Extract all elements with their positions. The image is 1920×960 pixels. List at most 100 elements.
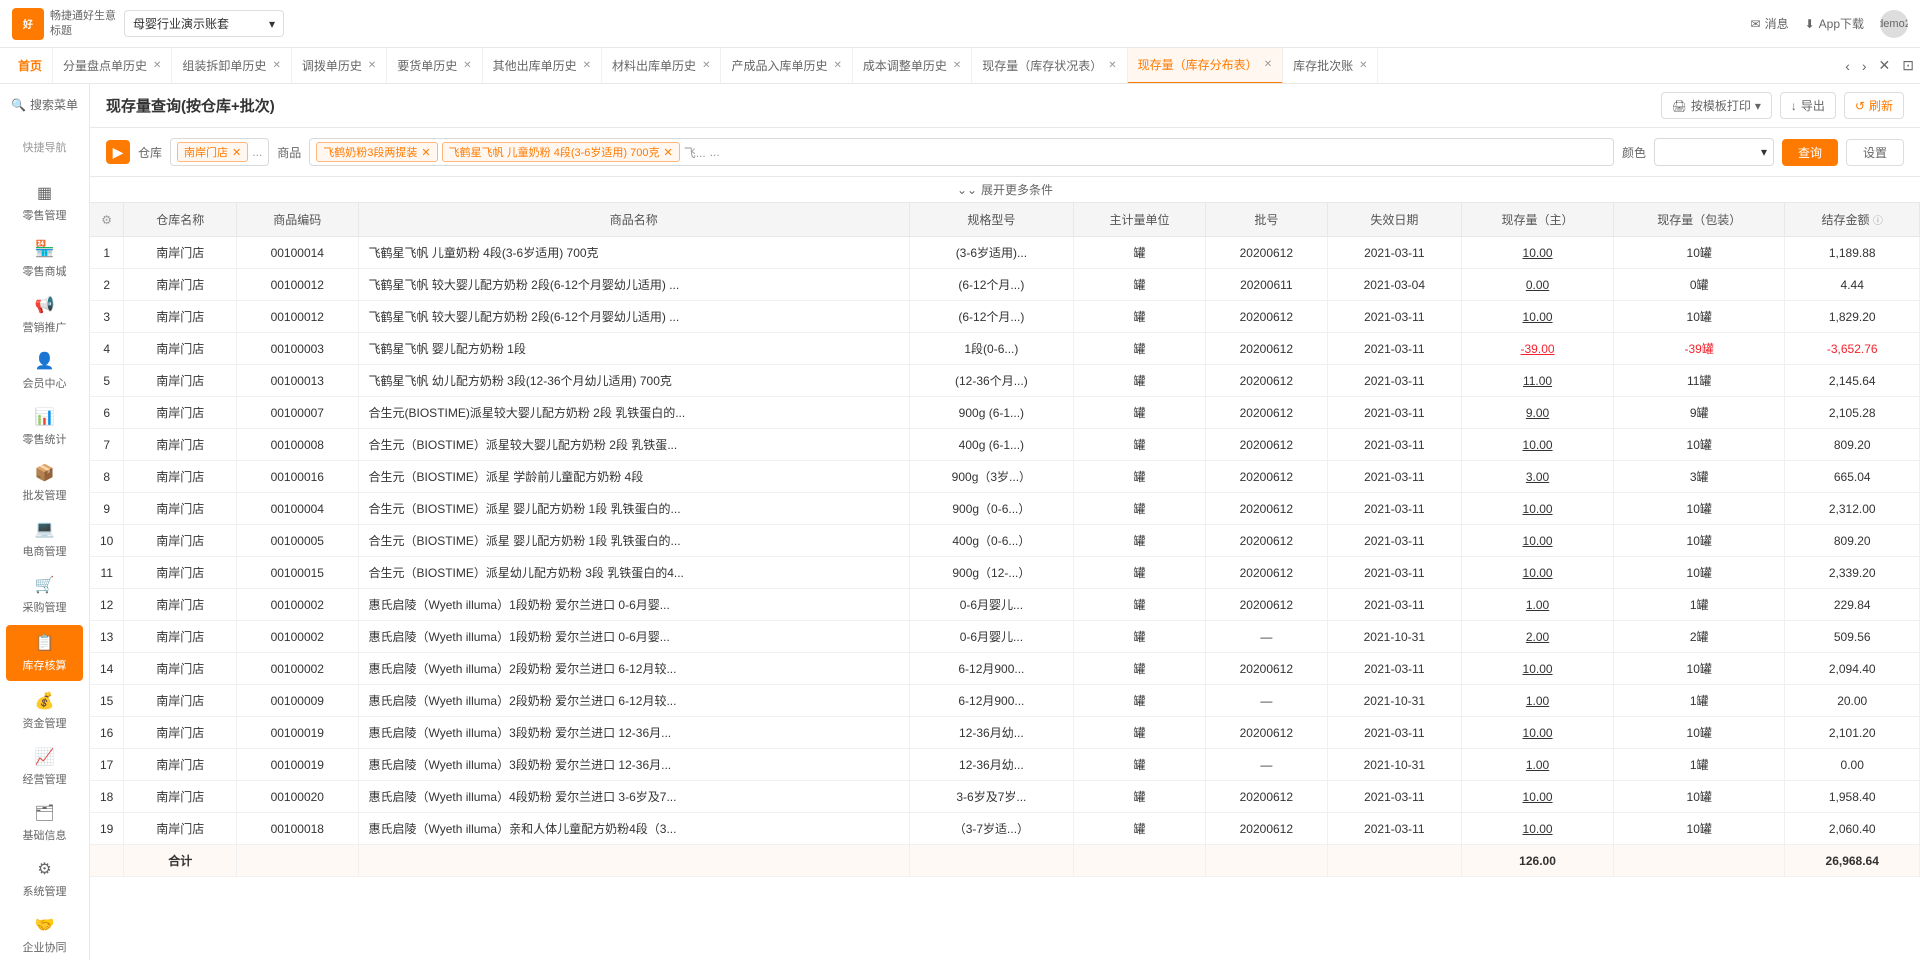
cell-qty-main[interactable]: 10.00	[1462, 813, 1614, 845]
expand-more-button[interactable]: ⌄⌄ 展开更多条件	[90, 177, 1920, 202]
gear-icon[interactable]: ⚙	[101, 213, 112, 227]
user-avatar[interactable]: demo2	[1880, 10, 1908, 38]
refresh-button[interactable]: ↺ 刷新	[1844, 92, 1904, 119]
search-menu-button[interactable]: 🔍 搜索菜单	[6, 92, 83, 117]
close-tab-product-in[interactable]: ✕	[833, 60, 841, 71]
tab-material-out[interactable]: 材料出库单历史 ✕	[602, 48, 721, 84]
tab-close-all-icon[interactable]: ✕	[1873, 57, 1897, 74]
cell-qty-main[interactable]: 11.00	[1462, 365, 1614, 397]
wholesale-mgmt-icon: 📦	[35, 463, 55, 483]
close-tab-batch-order[interactable]: ✕	[1359, 60, 1367, 71]
sidebar-item-operations[interactable]: 📈 经营管理	[0, 739, 89, 795]
sidebar-item-sys-mgmt[interactable]: ⚙ 系统管理	[0, 851, 89, 907]
tab-other-out[interactable]: 其他出库单历史 ✕	[483, 48, 602, 84]
cell-qty-main[interactable]: 10.00	[1462, 717, 1614, 749]
tab-disassemble[interactable]: 组装拆卸单历史 ✕	[172, 48, 291, 84]
tab-product-in[interactable]: 产成品入库单历史 ✕	[721, 48, 852, 84]
sidebar-item-finance[interactable]: 💰 资金管理	[0, 683, 89, 739]
cell-qty-main[interactable]: 10.00	[1462, 525, 1614, 557]
close-tab-inventory-status[interactable]: ✕	[1108, 60, 1116, 71]
cell-qty-main[interactable]: 10.00	[1462, 557, 1614, 589]
sidebar-item-retail-stats[interactable]: 📊 零售统计	[0, 399, 89, 455]
tab-inventory-status[interactable]: 现存量（库存状况表） ✕	[972, 48, 1127, 84]
cell-expire: 2021-03-11	[1327, 781, 1462, 813]
cell-batch: 20200612	[1206, 653, 1327, 685]
close-tab-split-inventory[interactable]: ✕	[153, 60, 161, 71]
close-tab-cost-adjust[interactable]: ✕	[953, 60, 961, 71]
cell-qty-main[interactable]: 10.00	[1462, 429, 1614, 461]
cell-qty-main[interactable]: 0.00	[1462, 269, 1614, 301]
tab-cost-adjust[interactable]: 成本调整单历史 ✕	[853, 48, 972, 84]
sidebar-item-ecommerce[interactable]: 💻 电商管理	[0, 511, 89, 567]
tab-prev-icon[interactable]: ‹	[1839, 58, 1856, 74]
tab-home[interactable]: 首页	[8, 48, 53, 84]
sidebar-item-basic-info[interactable]: 🗂 基础信息	[0, 795, 89, 851]
cell-code: 00100020	[237, 781, 358, 813]
sidebar-item-purchase[interactable]: 🛒 采购管理	[0, 567, 89, 623]
cell-qty-main[interactable]: 10.00	[1462, 237, 1614, 269]
table-row: 18南岸门店00100020惠氏启陵（Wyeth illuma）4段奶粉 爱尔兰…	[90, 781, 1920, 813]
cell-qty-main[interactable]: 2.00	[1462, 621, 1614, 653]
warehouse-tag-nanan[interactable]: 南岸门店 ✕	[177, 142, 248, 162]
cell-spec: 1段(0-6...)	[909, 333, 1073, 365]
sidebar-item-retail-mgmt[interactable]: ▦ 零售管理	[0, 175, 89, 231]
sidebar-item-corp-collab[interactable]: 🤝 企业协同	[0, 907, 89, 960]
tab-inventory-dist[interactable]: 现存量（库存分布表） ✕	[1128, 48, 1283, 84]
close-tab-material-out[interactable]: ✕	[702, 60, 710, 71]
query-button[interactable]: 查询	[1782, 139, 1838, 166]
tab-maximize-icon[interactable]: ⊡	[1896, 57, 1920, 74]
cell-qty-main[interactable]: 1.00	[1462, 685, 1614, 717]
product-filter[interactable]: 飞鹤奶粉3段两提装 ✕ 飞鹤星飞帆 儿童奶粉 4段(3-6岁适用) 700克 ✕…	[309, 138, 1614, 166]
remove-product-tag-2[interactable]: ✕	[663, 146, 672, 159]
close-tab-disassemble[interactable]: ✕	[272, 60, 280, 71]
cell-name: 惠氏启陵（Wyeth illuma）2段奶粉 爱尔兰进口 6-12月较...	[358, 653, 909, 685]
warehouse-filter[interactable]: 南岸门店 ✕ ...	[170, 138, 269, 166]
cell-expire: 2021-03-11	[1327, 301, 1462, 333]
cell-warehouse: 南岸门店	[124, 301, 237, 333]
setting-button[interactable]: 设置	[1846, 139, 1904, 166]
remove-product-tag-1[interactable]: ✕	[421, 146, 430, 159]
sidebar-item-marketing[interactable]: 📢 营销推广	[0, 287, 89, 343]
cell-qty-main[interactable]: 10.00	[1462, 493, 1614, 525]
close-tab-other-out[interactable]: ✕	[583, 60, 591, 71]
help-icon[interactable]: ⓘ	[1873, 216, 1883, 227]
workspace-selector[interactable]: 母婴行业演示账套 ▾	[124, 10, 284, 37]
cell-qty-main[interactable]: 10.00	[1462, 301, 1614, 333]
warehouse-more[interactable]: ...	[252, 145, 262, 159]
sidebar-item-member-center[interactable]: 👤 会员中心	[0, 343, 89, 399]
cell-qty-main[interactable]: 1.00	[1462, 589, 1614, 621]
filter-expand-button[interactable]: ▶	[106, 140, 130, 164]
cell-no: 10	[90, 525, 124, 557]
cell-qty-main[interactable]: 3.00	[1462, 461, 1614, 493]
retail-shop-icon: 🏪	[35, 239, 55, 259]
color-filter[interactable]: ▾	[1654, 138, 1774, 166]
cell-expire: 2021-03-11	[1327, 397, 1462, 429]
tab-split-inventory[interactable]: 分量盘点单历史 ✕	[53, 48, 172, 84]
product-tag-2[interactable]: 飞鹤星飞帆 儿童奶粉 4段(3-6岁适用) 700克 ✕	[442, 142, 680, 162]
close-tab-requisition[interactable]: ✕	[463, 60, 471, 71]
tab-batch-order[interactable]: 库存批次账 ✕	[1283, 48, 1378, 84]
message-button[interactable]: ✉ 消息	[1751, 15, 1789, 32]
cell-qty-main[interactable]: -39.00	[1462, 333, 1614, 365]
export-button[interactable]: ↓ 导出	[1780, 92, 1836, 119]
product-tag-1[interactable]: 飞鹤奶粉3段两提装 ✕	[316, 142, 437, 162]
sidebar-item-retail-shop[interactable]: 🏪 零售商城	[0, 231, 89, 287]
tab-requisition[interactable]: 要货单历史 ✕	[387, 48, 482, 84]
app-download-button[interactable]: ⬇ App下载	[1805, 15, 1864, 32]
cell-qty-main[interactable]: 10.00	[1462, 653, 1614, 685]
cell-qty-main[interactable]: 9.00	[1462, 397, 1614, 429]
template-print-button[interactable]: 🖨 按模板打印 ▾	[1661, 92, 1772, 119]
cell-qty-pack: 2罐	[1613, 621, 1784, 653]
cell-qty-main[interactable]: 10.00	[1462, 781, 1614, 813]
cell-qty-main[interactable]: 1.00	[1462, 749, 1614, 781]
product-more[interactable]: 飞...	[684, 144, 706, 161]
close-tab-mix[interactable]: ✕	[368, 60, 376, 71]
tab-next-icon[interactable]: ›	[1856, 58, 1873, 74]
cell-code: 00100003	[237, 333, 358, 365]
sidebar-item-wholesale-mgmt[interactable]: 📦 批发管理	[0, 455, 89, 511]
remove-warehouse-tag[interactable]: ✕	[232, 146, 241, 159]
th-gear[interactable]: ⚙	[90, 203, 124, 237]
sidebar-item-inventory[interactable]: 📋 库存核算	[6, 625, 83, 681]
tab-mix[interactable]: 调拨单历史 ✕	[292, 48, 387, 84]
close-tab-inventory-dist[interactable]: ✕	[1264, 59, 1272, 70]
